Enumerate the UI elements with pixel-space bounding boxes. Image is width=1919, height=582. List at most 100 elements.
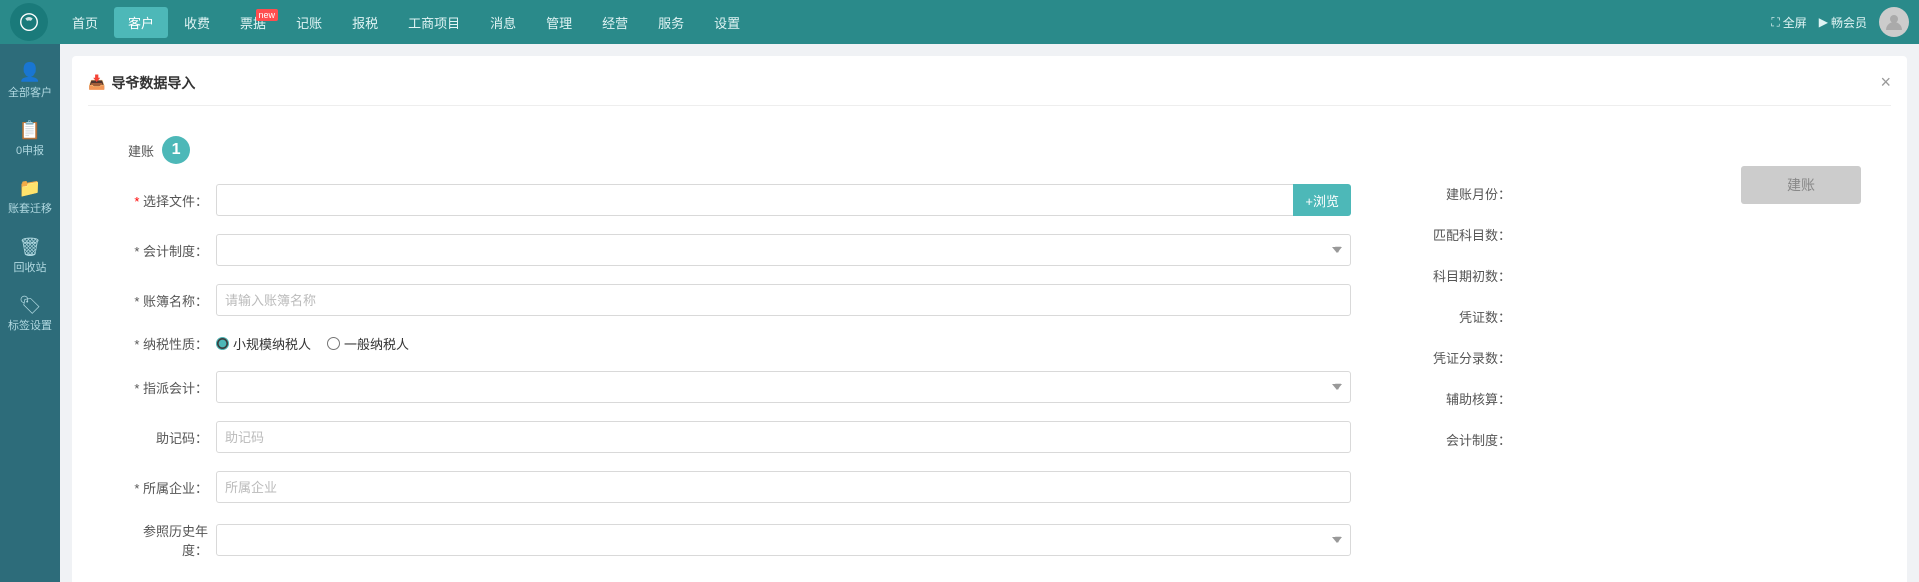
memo-code-input[interactable] [216, 421, 1351, 453]
subject-initial-row: 科目期初数： [1421, 266, 1681, 285]
tax-type-row: * 纳税性质： 小规模纳税人 一般纳税人 [128, 334, 1351, 353]
nav-business[interactable]: 工商项目 [394, 7, 474, 38]
file-input[interactable] [216, 184, 1293, 216]
history-year-label: 参照历史年度： [128, 521, 208, 559]
vip-label: 畅会员 [1831, 14, 1867, 31]
migration-icon: 📁 [19, 178, 41, 199]
nav-messages[interactable]: 消息 [476, 7, 530, 38]
step-indicator: 建账 1 [128, 136, 1351, 164]
form-container: 建账 1 选择文件： +浏览 * 会计制度： [88, 126, 1891, 582]
file-input-group: +浏览 [216, 184, 1351, 216]
main-content: 📥 导爷数据导入 × 建账 1 选择文件： [60, 44, 1919, 582]
right-accounting-system-label: 会计制度： [1421, 430, 1511, 449]
step-label: 建账 [128, 141, 154, 160]
sidebar-label-declaration: 0申报 [16, 145, 44, 158]
import-icon: 📥 [88, 74, 105, 91]
accounting-system-label: * 会计制度： [128, 241, 208, 260]
voucher-entries-row: 凭证分录数： [1421, 348, 1681, 367]
nav-services[interactable]: 服务 [644, 7, 698, 38]
trash-icon: 🗑 [19, 237, 42, 258]
accountant-select[interactable] [216, 371, 1351, 403]
nav-invoices[interactable]: 票据 new [226, 7, 280, 38]
ledger-name-row: * 账簿名称： [128, 284, 1351, 316]
new-badge: new [256, 9, 279, 22]
fullscreen-icon: ⛶ [1771, 15, 1779, 30]
logo [10, 3, 48, 41]
company-input[interactable] [216, 471, 1351, 503]
sidebar-label-migration: 账套迁移 [8, 203, 52, 216]
sidebar: 👤 全部客户 📋 0申报 📁 账套迁移 🗑 回收站 🏷 标签设置 [0, 44, 60, 582]
history-year-row: 参照历史年度： [128, 521, 1351, 559]
nav-fees[interactable]: 收费 [170, 7, 224, 38]
history-year-select[interactable] [216, 524, 1351, 556]
company-label: * 所属企业： [128, 478, 208, 497]
ledger-name-label: * 账簿名称： [128, 291, 208, 310]
accountant-wrapper [216, 371, 1351, 403]
sidebar-item-declaration[interactable]: 📋 0申报 [3, 112, 57, 166]
general-taxpayer-option[interactable]: 一般纳税人 [327, 334, 409, 353]
sidebar-item-recycle[interactable]: 🗑 回收站 [3, 229, 57, 283]
nav-operations[interactable]: 经营 [588, 7, 642, 38]
memo-code-row: 助记码： [128, 421, 1351, 453]
form-left: 建账 1 选择文件： +浏览 * 会计制度： [88, 126, 1391, 582]
tax-type-radio-group: 小规模纳税人 一般纳税人 [216, 334, 409, 353]
voucher-entries-label: 凭证分录数： [1421, 348, 1511, 367]
declaration-icon: 📋 [19, 120, 41, 141]
form-right: 建账月份： 匹配科目数： 科目期初数： 凭证数： [1391, 126, 1711, 582]
accountant-label: * 指派会计： [128, 378, 208, 397]
subject-initial-label: 科目期初数： [1421, 266, 1511, 285]
people-icon: 👤 [19, 62, 41, 83]
small-taxpayer-radio[interactable] [216, 337, 229, 350]
fullscreen-button[interactable]: ⛶ 全屏 [1771, 14, 1806, 31]
sidebar-item-tags[interactable]: 🏷 标签设置 [3, 287, 57, 341]
file-row: 选择文件： +浏览 [128, 184, 1351, 216]
general-taxpayer-radio[interactable] [327, 337, 340, 350]
accounting-system-select[interactable] [216, 234, 1351, 266]
accountant-row: * 指派会计： [128, 371, 1351, 403]
tag-icon: 🏷 [19, 295, 42, 316]
browse-button[interactable]: +浏览 [1293, 184, 1351, 216]
ledger-name-input[interactable] [216, 284, 1351, 316]
page-title: 📥 导爷数据导入 [88, 73, 195, 93]
nav-right: ⛶ 全屏 ▶ 畅会员 [1771, 7, 1909, 37]
sidebar-label-all-customers: 全部客户 [8, 87, 52, 100]
memo-code-label: 助记码： [128, 428, 208, 447]
general-taxpayer-label: 一般纳税人 [344, 334, 409, 353]
sidebar-item-all-customers[interactable]: 👤 全部客户 [3, 54, 57, 108]
build-account-button[interactable]: 建账 [1741, 166, 1861, 204]
close-button[interactable]: × [1880, 72, 1891, 93]
nav-items: 首页 客户 收费 票据 new 记账 报税 工商项目 消息 管理 经营 服务 设… [58, 7, 1771, 38]
voucher-count-label: 凭证数： [1421, 307, 1511, 326]
accounting-system-row: * 会计制度： [128, 234, 1351, 266]
sidebar-label-recycle: 回收站 [14, 262, 47, 275]
match-subject-label: 匹配科目数： [1421, 225, 1511, 244]
top-navigation: 首页 客户 收费 票据 new 记账 报税 工商项目 消息 管理 经营 服务 设… [0, 0, 1919, 44]
accounting-month-label: 建账月份： [1421, 184, 1511, 203]
accounting-system-wrapper [216, 234, 1351, 266]
nav-home[interactable]: 首页 [58, 7, 112, 38]
page-area: 📥 导爷数据导入 × 建账 1 选择文件： [72, 56, 1907, 582]
play-icon: ▶ [1819, 15, 1828, 29]
small-taxpayer-option[interactable]: 小规模纳税人 [216, 334, 311, 353]
voucher-count-row: 凭证数： [1421, 307, 1681, 326]
fullscreen-label: 全屏 [1783, 14, 1807, 31]
step-circle: 1 [162, 136, 190, 164]
nav-management[interactable]: 管理 [532, 7, 586, 38]
auxiliary-accounting-row: 辅助核算： [1421, 389, 1681, 408]
company-row: * 所属企业： [128, 471, 1351, 503]
accounting-month-row: 建账月份： [1421, 184, 1681, 203]
nav-bookkeeping[interactable]: 记账 [282, 7, 336, 38]
history-year-wrapper [216, 524, 1351, 556]
nav-settings[interactable]: 设置 [700, 7, 754, 38]
vip-button[interactable]: ▶ 畅会员 [1819, 14, 1867, 31]
page-header: 📥 导爷数据导入 × [88, 72, 1891, 106]
user-avatar[interactable] [1879, 7, 1909, 37]
nav-customers[interactable]: 客户 [114, 7, 168, 38]
file-label: 选择文件： [128, 191, 208, 210]
tax-type-label: * 纳税性质： [128, 334, 208, 353]
small-taxpayer-label: 小规模纳税人 [233, 334, 311, 353]
main-layout: 👤 全部客户 📋 0申报 📁 账套迁移 🗑 回收站 🏷 标签设置 📥 导爷 [0, 44, 1919, 582]
sidebar-item-migration[interactable]: 📁 账套迁移 [3, 170, 57, 224]
form-action: 建账 [1711, 126, 1891, 582]
nav-tax[interactable]: 报税 [338, 7, 392, 38]
